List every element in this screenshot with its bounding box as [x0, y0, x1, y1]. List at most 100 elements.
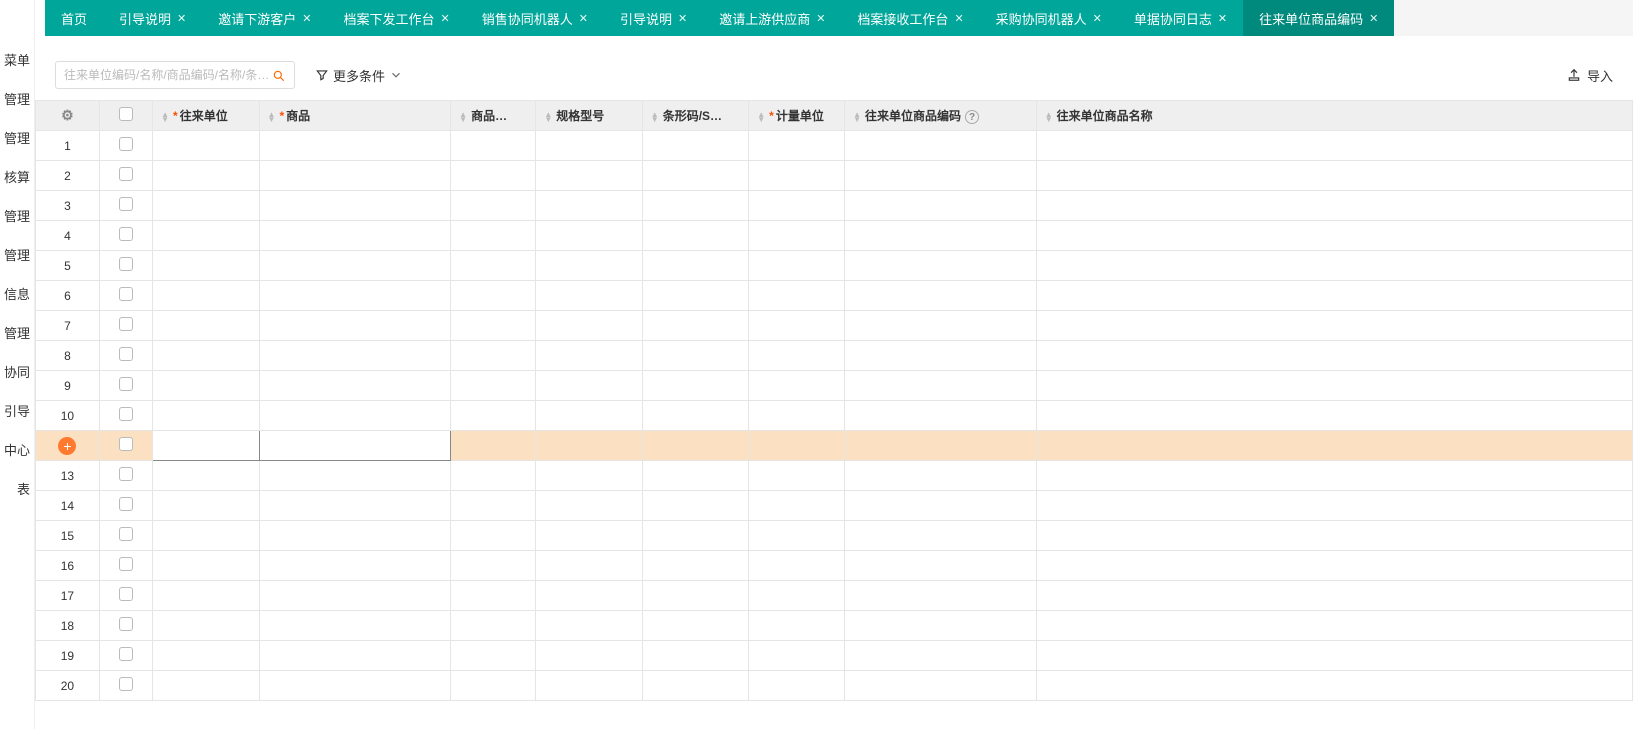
cell-prod_dots[interactable] — [451, 251, 536, 281]
close-icon[interactable]: ✕ — [1218, 12, 1227, 25]
header-product[interactable]: ▲▼*商品 — [259, 101, 451, 131]
tab-5[interactable]: 引导说明✕ — [604, 0, 703, 36]
cell-partner_name[interactable] — [1036, 551, 1632, 581]
cell-prod_dots[interactable] — [451, 581, 536, 611]
cell-partner_name[interactable] — [1036, 581, 1632, 611]
sidebar-item-0[interactable]: 菜单 — [0, 40, 34, 79]
more-conditions-button[interactable]: 更多条件 — [315, 66, 403, 85]
table-row[interactable]: 13 — [36, 461, 1633, 491]
cell-spec[interactable] — [536, 461, 642, 491]
cell-partner[interactable] — [153, 341, 259, 371]
cell-partner_code[interactable] — [845, 611, 1037, 641]
cell-unit[interactable] — [749, 251, 845, 281]
cell-partner[interactable] — [153, 641, 259, 671]
cell-unit[interactable] — [749, 641, 845, 671]
close-icon[interactable]: ✕ — [302, 12, 311, 25]
cell-partner_code[interactable] — [845, 161, 1037, 191]
cell-partner_code[interactable] — [845, 221, 1037, 251]
row-checkbox[interactable] — [119, 647, 133, 661]
cell-partner_name[interactable] — [1036, 281, 1632, 311]
cell-partner_name[interactable] — [1036, 431, 1632, 461]
cell-partner[interactable] — [153, 221, 259, 251]
cell-partner_name[interactable] — [1036, 521, 1632, 551]
cell-partner_code[interactable] — [845, 191, 1037, 221]
cell-partner[interactable] — [153, 131, 259, 161]
table-row[interactable]: 7 — [36, 311, 1633, 341]
row-checkbox[interactable] — [119, 137, 133, 151]
cell-unit[interactable] — [749, 341, 845, 371]
cell-prod_dots[interactable] — [451, 161, 536, 191]
sidebar-item-7[interactable]: 管理 — [0, 313, 34, 352]
cell-partner_code[interactable] — [845, 131, 1037, 161]
cell-unit[interactable] — [749, 431, 845, 461]
row-checkbox[interactable] — [119, 407, 133, 421]
table-row[interactable]: 1 — [36, 131, 1633, 161]
cell-partner_name[interactable] — [1036, 371, 1632, 401]
cell-partner_name[interactable] — [1036, 221, 1632, 251]
table-row[interactable]: 10 — [36, 401, 1633, 431]
cell-partner_code[interactable] — [845, 641, 1037, 671]
cell-spec[interactable] — [536, 281, 642, 311]
cell-product[interactable] — [259, 311, 451, 341]
row-checkbox[interactable] — [119, 347, 133, 361]
cell-partner[interactable] — [153, 611, 259, 641]
cell-prod_dots[interactable] — [451, 131, 536, 161]
cell-partner_name[interactable] — [1036, 641, 1632, 671]
cell-barcode[interactable] — [642, 521, 748, 551]
cell-spec[interactable] — [536, 191, 642, 221]
row-checkbox[interactable] — [119, 617, 133, 631]
cell-product[interactable] — [259, 371, 451, 401]
cell-product[interactable] — [259, 491, 451, 521]
cell-partner_code[interactable] — [845, 461, 1037, 491]
cell-partner[interactable] — [153, 371, 259, 401]
cell-partner_code[interactable] — [845, 671, 1037, 701]
cell-spec[interactable] — [536, 401, 642, 431]
cell-partner_name[interactable] — [1036, 311, 1632, 341]
cell-product[interactable] — [259, 551, 451, 581]
cell-unit[interactable] — [749, 311, 845, 341]
cell-product[interactable] — [259, 641, 451, 671]
header-partner_name[interactable]: ▲▼往来单位商品名称 — [1036, 101, 1632, 131]
cell-barcode[interactable] — [642, 491, 748, 521]
cell-product[interactable] — [259, 461, 451, 491]
table-row[interactable]: 17 — [36, 581, 1633, 611]
cell-partner_name[interactable] — [1036, 461, 1632, 491]
row-checkbox[interactable] — [119, 437, 133, 451]
cell-barcode[interactable] — [642, 311, 748, 341]
cell-barcode[interactable] — [642, 341, 748, 371]
tab-0[interactable]: 首页 — [45, 0, 103, 36]
table-row[interactable]: 16 — [36, 551, 1633, 581]
cell-barcode[interactable] — [642, 401, 748, 431]
cell-unit[interactable] — [749, 671, 845, 701]
table-row[interactable]: 3 — [36, 191, 1633, 221]
cell-barcode[interactable] — [642, 581, 748, 611]
cell-partner_name[interactable] — [1036, 671, 1632, 701]
header-spec[interactable]: ▲▼规格型号 — [536, 101, 642, 131]
cell-spec[interactable] — [536, 491, 642, 521]
cell-barcode[interactable] — [642, 191, 748, 221]
cell-spec[interactable] — [536, 131, 642, 161]
cell-barcode[interactable] — [642, 161, 748, 191]
sidebar-item-5[interactable]: 管理 — [0, 235, 34, 274]
row-checkbox[interactable] — [119, 167, 133, 181]
table-row[interactable]: 8 — [36, 341, 1633, 371]
close-icon[interactable]: ✕ — [177, 12, 186, 25]
sort-icon[interactable]: ▲▼ — [268, 112, 276, 122]
cell-prod_dots[interactable] — [451, 221, 536, 251]
cell-spec[interactable] — [536, 431, 642, 461]
sidebar-item-1[interactable]: 管理 — [0, 79, 34, 118]
help-icon[interactable]: ? — [965, 110, 979, 124]
close-icon[interactable]: ✕ — [816, 12, 825, 25]
row-checkbox[interactable] — [119, 527, 133, 541]
cell-prod_dots[interactable] — [451, 371, 536, 401]
cell-partner[interactable] — [153, 461, 259, 491]
add-row-button[interactable]: + — [58, 437, 76, 455]
cell-unit[interactable] — [749, 191, 845, 221]
row-checkbox[interactable] — [119, 287, 133, 301]
cell-partner[interactable] — [153, 161, 259, 191]
cell-product[interactable] — [259, 611, 451, 641]
cell-partner_name[interactable] — [1036, 131, 1632, 161]
table-row[interactable]: 6 — [36, 281, 1633, 311]
cell-prod_dots[interactable] — [451, 641, 536, 671]
cell-partner_code[interactable] — [845, 431, 1037, 461]
